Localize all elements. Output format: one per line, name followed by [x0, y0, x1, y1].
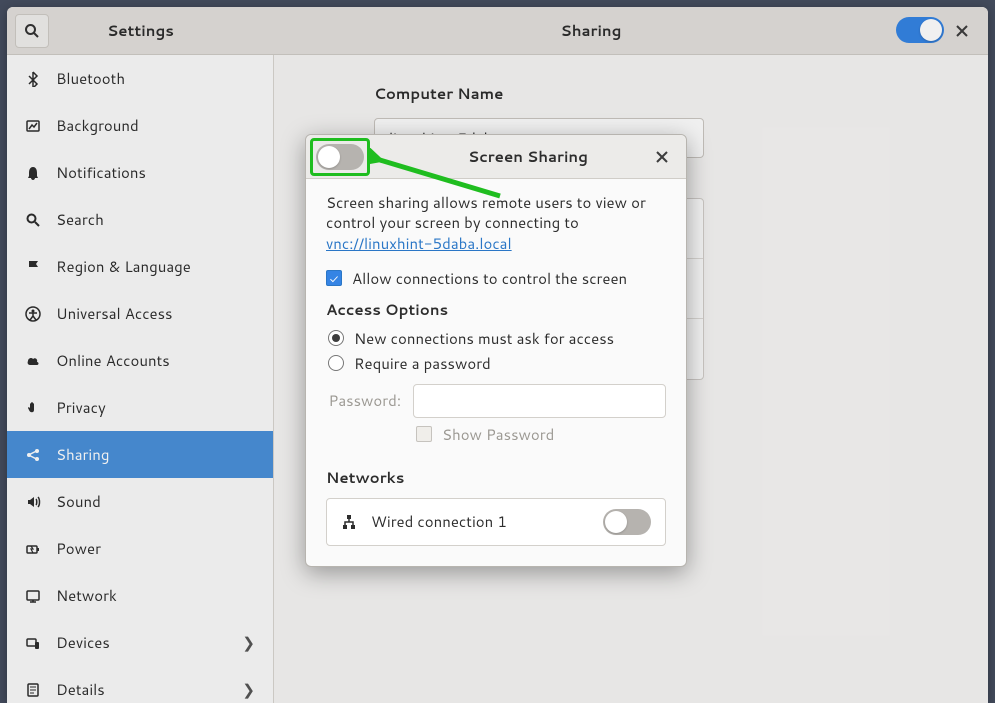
flag-icon	[25, 259, 41, 275]
sidebar-item-search[interactable]: Search	[7, 196, 273, 243]
sharing-master-toggle[interactable]	[896, 17, 944, 43]
close-button[interactable]	[944, 7, 980, 55]
show-password-checkbox[interactable]	[416, 426, 432, 442]
sidebar-item-label: Devices	[56, 632, 110, 653]
require-password-radio[interactable]	[328, 355, 344, 371]
sidebar-item-notifications[interactable]: Notifications	[7, 149, 273, 196]
sidebar-item-label: Universal Access	[56, 303, 173, 324]
dialog-header: Screen Sharing	[306, 135, 686, 179]
dialog-description: Screen sharing allows remote users to vi…	[326, 193, 666, 254]
sidebar-item-label: Details	[56, 679, 105, 700]
sidebar-item-label: Sound	[56, 491, 101, 512]
sidebar-item-region-language[interactable]: Region & Language	[7, 243, 273, 290]
network-toggle[interactable]	[603, 509, 651, 535]
network-row: Wired connection 1	[326, 498, 666, 546]
sidebar-item-sharing[interactable]: Sharing	[7, 431, 273, 478]
sidebar-item-devices[interactable]: Devices ❯	[7, 619, 273, 666]
network-name: Wired connection 1	[371, 511, 507, 532]
sidebar-item-label: Notifications	[56, 162, 146, 183]
sidebar: Bluetooth Background Notifications Search Re…	[7, 55, 274, 703]
page-title: Sharing	[274, 20, 908, 41]
vnc-link[interactable]: vnc://linuxhint-5daba.local	[326, 233, 512, 254]
sidebar-item-label: Search	[56, 209, 104, 230]
sidebar-item-bluetooth[interactable]: Bluetooth	[7, 55, 273, 102]
show-password-label: Show Password	[442, 424, 554, 445]
close-icon	[955, 24, 969, 38]
cloud-icon	[25, 353, 41, 369]
share-icon	[25, 447, 41, 463]
sidebar-item-label: Region & Language	[56, 256, 191, 277]
require-password-label: Require a password	[354, 353, 491, 374]
hand-icon	[25, 400, 41, 416]
computer-name-label: Computer Name	[374, 83, 888, 104]
network-icon	[25, 588, 41, 604]
sidebar-item-power[interactable]: Power	[7, 525, 273, 572]
screen-sharing-enable-toggle[interactable]	[316, 144, 364, 170]
sidebar-item-details[interactable]: Details ❯	[7, 666, 273, 703]
dialog-enable-toggle-highlight	[310, 138, 370, 176]
access-options-heading: Access Options	[326, 299, 666, 320]
bell-icon	[25, 165, 41, 181]
power-icon	[25, 541, 41, 557]
sidebar-item-universal-access[interactable]: Universal Access	[7, 290, 273, 337]
header-bar: Settings Sharing	[7, 7, 988, 55]
sidebar-item-network[interactable]: Network	[7, 572, 273, 619]
sidebar-item-label: Network	[56, 585, 117, 606]
sidebar-item-label: Sharing	[56, 444, 109, 465]
allow-control-label: Allow connections to control the screen	[352, 268, 627, 289]
password-label: Password:	[326, 390, 401, 411]
wired-network-icon	[341, 514, 357, 530]
search-icon	[25, 212, 41, 228]
ask-access-radio[interactable]	[328, 330, 344, 346]
sidebar-item-sound[interactable]: Sound	[7, 478, 273, 525]
sidebar-item-label: Bluetooth	[56, 68, 125, 89]
background-icon	[25, 118, 41, 134]
sidebar-item-background[interactable]: Background	[7, 102, 273, 149]
close-icon	[656, 151, 668, 163]
sidebar-item-label: Online Accounts	[56, 350, 170, 371]
allow-control-checkbox[interactable]: ✓	[326, 270, 342, 286]
password-input[interactable]	[413, 384, 666, 418]
sidebar-item-label: Power	[56, 538, 101, 559]
dialog-close-button[interactable]	[648, 135, 676, 179]
chevron-right-icon: ❯	[242, 632, 255, 653]
sidebar-item-privacy[interactable]: Privacy	[7, 384, 273, 431]
sidebar-item-label: Background	[56, 115, 139, 136]
networks-heading: Networks	[326, 467, 666, 488]
dialog-title: Screen Sharing	[370, 146, 686, 167]
devices-icon	[25, 635, 41, 651]
sidebar-item-label: Privacy	[56, 397, 106, 418]
speaker-icon	[25, 494, 41, 510]
sidebar-item-online-accounts[interactable]: Online Accounts	[7, 337, 273, 384]
details-icon	[25, 682, 41, 698]
chevron-right-icon: ❯	[242, 679, 255, 700]
bluetooth-icon	[25, 71, 41, 87]
ask-access-label: New connections must ask for access	[354, 328, 614, 349]
screen-sharing-dialog: Screen Sharing Screen sharing allows rem…	[305, 134, 687, 567]
app-title: Settings	[7, 20, 274, 41]
accessibility-icon	[25, 306, 41, 322]
